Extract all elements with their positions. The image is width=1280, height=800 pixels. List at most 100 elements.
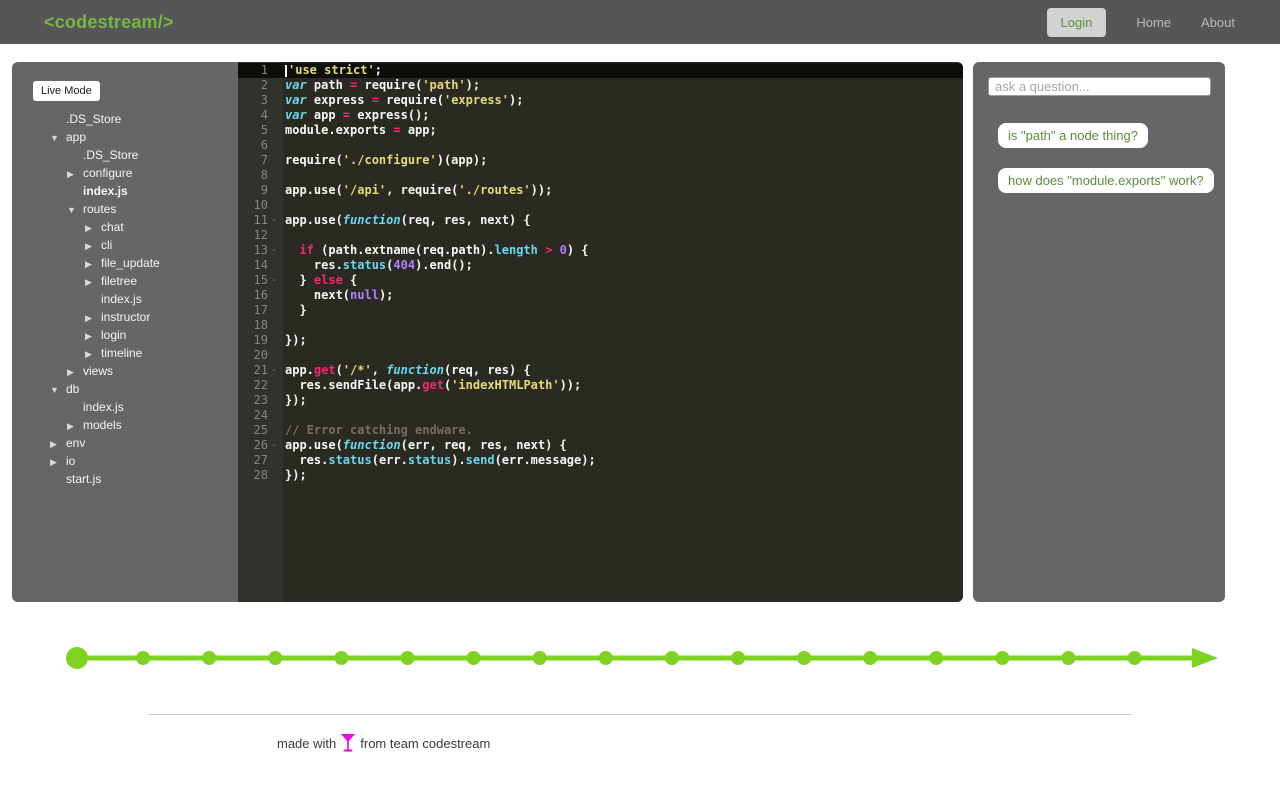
login-button[interactable]: Login: [1046, 7, 1107, 37]
code-line-23[interactable]: 23});: [238, 393, 963, 408]
chevron-down-icon[interactable]: ▼: [67, 201, 83, 219]
code-line-24[interactable]: 24: [238, 408, 963, 423]
code-line-6[interactable]: 6: [238, 138, 963, 153]
chevron-right-icon[interactable]: ▶: [50, 435, 66, 453]
timeline-dot[interactable]: [995, 651, 1010, 665]
chevron-right-icon[interactable]: ▶: [67, 165, 83, 183]
code-line-4[interactable]: 4 var app = express();: [238, 108, 963, 123]
tree-item-instructor[interactable]: ▶ instructor: [12, 308, 238, 326]
live-mode-button[interactable]: Live Mode: [33, 81, 100, 101]
code-line-27[interactable]: 27 res.status(err.status).send(err.messa…: [238, 453, 963, 468]
chevron-right-icon[interactable]: ▶: [85, 237, 101, 255]
code-line-7[interactable]: 7 require('./configure')(app);: [238, 153, 963, 168]
timeline-dot[interactable]: [598, 651, 613, 665]
tree-item-index-js[interactable]: index.js: [12, 290, 238, 308]
chevron-right-icon[interactable]: ▶: [85, 219, 101, 237]
codestream-logo[interactable]: <codestream/>: [44, 12, 174, 33]
question-chip[interactable]: how does "module.exports" work?: [998, 168, 1214, 193]
code-line-18[interactable]: 18: [238, 318, 963, 333]
timeline-dot[interactable]: [664, 651, 679, 665]
code-line-11[interactable]: 11- app.use(function(req, res, next) {: [238, 213, 963, 228]
tree-item-file-update[interactable]: ▶ file_update: [12, 254, 238, 272]
code-line-8[interactable]: 8: [238, 168, 963, 183]
code-line-9[interactable]: 9 app.use('/api', require('./routes'));: [238, 183, 963, 198]
code-line-14[interactable]: 14 res.status(404).end();: [238, 258, 963, 273]
chevron-right-icon[interactable]: ▶: [67, 417, 83, 435]
tree-item--ds-store[interactable]: .DS_Store: [12, 146, 238, 164]
code-line-16[interactable]: 16 next(null);: [238, 288, 963, 303]
timeline-dot[interactable]: [268, 651, 283, 665]
timeline[interactable]: [0, 636, 1280, 680]
code-line-22[interactable]: 22 res.sendFile(app.get('indexHTMLPath')…: [238, 378, 963, 393]
tree-item-label: start.js: [66, 472, 102, 486]
tree-item-cli[interactable]: ▶ cli: [12, 236, 238, 254]
timeline-dot[interactable]: [532, 651, 547, 665]
chevron-right-icon[interactable]: ▶: [85, 345, 101, 363]
code-line-3[interactable]: 3 var express = require('express');: [238, 93, 963, 108]
tree-item-label: filetree: [101, 274, 138, 288]
code-line-15[interactable]: 15- } else {: [238, 273, 963, 288]
code-line-20[interactable]: 20: [238, 348, 963, 363]
tree-item-index-js[interactable]: index.js: [12, 398, 238, 416]
tree-item-filetree[interactable]: ▶ filetree: [12, 272, 238, 290]
code-line-25[interactable]: 25 // Error catching endware.: [238, 423, 963, 438]
code-line-28[interactable]: 28});: [238, 468, 963, 483]
tree-item-io[interactable]: ▶ io: [12, 452, 238, 470]
question-chip[interactable]: is "path" a node thing?: [998, 123, 1148, 148]
tree-item-timeline[interactable]: ▶ timeline: [12, 344, 238, 362]
code-line-10[interactable]: 10: [238, 198, 963, 213]
tree-item-chat[interactable]: ▶ chat: [12, 218, 238, 236]
tree-item-configure[interactable]: ▶ configure: [12, 164, 238, 182]
fold-marker-icon[interactable]: -: [271, 273, 277, 288]
fold-marker-icon[interactable]: -: [271, 363, 277, 378]
timeline-dot[interactable]: [797, 651, 812, 665]
code-line-21[interactable]: 21- app.get('/*', function(req, res) {: [238, 363, 963, 378]
tree-item-env[interactable]: ▶ env: [12, 434, 238, 452]
timeline-dot[interactable]: [731, 651, 745, 665]
timeline-dot[interactable]: [400, 651, 415, 665]
timeline-dot[interactable]: [334, 651, 349, 665]
timeline-dot[interactable]: [863, 651, 878, 665]
chevron-right-icon[interactable]: ▶: [50, 453, 66, 471]
tree-item-start-js[interactable]: start.js: [12, 470, 238, 488]
tree-item--ds-store[interactable]: .DS_Store: [12, 110, 238, 128]
code-line-12[interactable]: 12: [238, 228, 963, 243]
tree-item-index-js[interactable]: index.js: [12, 182, 238, 200]
code-line-1[interactable]: 1 'use strict';: [238, 63, 963, 78]
timeline-dot[interactable]: [66, 647, 88, 669]
timeline-dot[interactable]: [929, 651, 944, 665]
tree-item-routes[interactable]: ▼ routes: [12, 200, 238, 218]
code-text: app.get('/*', function(req, res) {: [285, 363, 531, 377]
code-editor[interactable]: 1 'use strict'; 2 var path = require('path'…: [238, 62, 963, 602]
code-line-5[interactable]: 5 module.exports = app;: [238, 123, 963, 138]
timeline-dot[interactable]: [1127, 651, 1142, 665]
code-line-19[interactable]: 19});: [238, 333, 963, 348]
tree-item-app[interactable]: ▼ app: [12, 128, 238, 146]
tree-item-label: index.js: [83, 400, 124, 414]
chevron-right-icon[interactable]: ▶: [85, 309, 101, 327]
tree-item-login[interactable]: ▶ login: [12, 326, 238, 344]
timeline-dot[interactable]: [202, 651, 217, 665]
timeline-dot[interactable]: [136, 651, 151, 665]
code-line-26[interactable]: 26- app.use(function(err, req, res, next)…: [238, 438, 963, 453]
code-line-17[interactable]: 17 }: [238, 303, 963, 318]
tree-item-views[interactable]: ▶ views: [12, 362, 238, 380]
tree-item-db[interactable]: ▼ db: [12, 380, 238, 398]
tree-item-models[interactable]: ▶ models: [12, 416, 238, 434]
chevron-right-icon[interactable]: ▶: [67, 363, 83, 381]
fold-marker-icon[interactable]: -: [271, 438, 277, 453]
home-link[interactable]: Home: [1136, 15, 1171, 30]
code-line-2[interactable]: 2 var path = require('path');: [238, 78, 963, 93]
chevron-down-icon[interactable]: ▼: [50, 381, 66, 399]
chevron-right-icon[interactable]: ▶: [85, 273, 101, 291]
timeline-dot[interactable]: [1061, 651, 1076, 665]
chevron-down-icon[interactable]: ▼: [50, 129, 66, 147]
chevron-right-icon[interactable]: ▶: [85, 327, 101, 345]
code-line-13[interactable]: 13- if (path.extname(req.path).length > …: [238, 243, 963, 258]
timeline-dot[interactable]: [466, 651, 481, 665]
fold-marker-icon[interactable]: -: [271, 243, 277, 258]
about-link[interactable]: About: [1201, 15, 1235, 30]
ask-question-input[interactable]: [988, 77, 1211, 96]
fold-marker-icon[interactable]: -: [271, 213, 277, 228]
chevron-right-icon[interactable]: ▶: [85, 255, 101, 273]
